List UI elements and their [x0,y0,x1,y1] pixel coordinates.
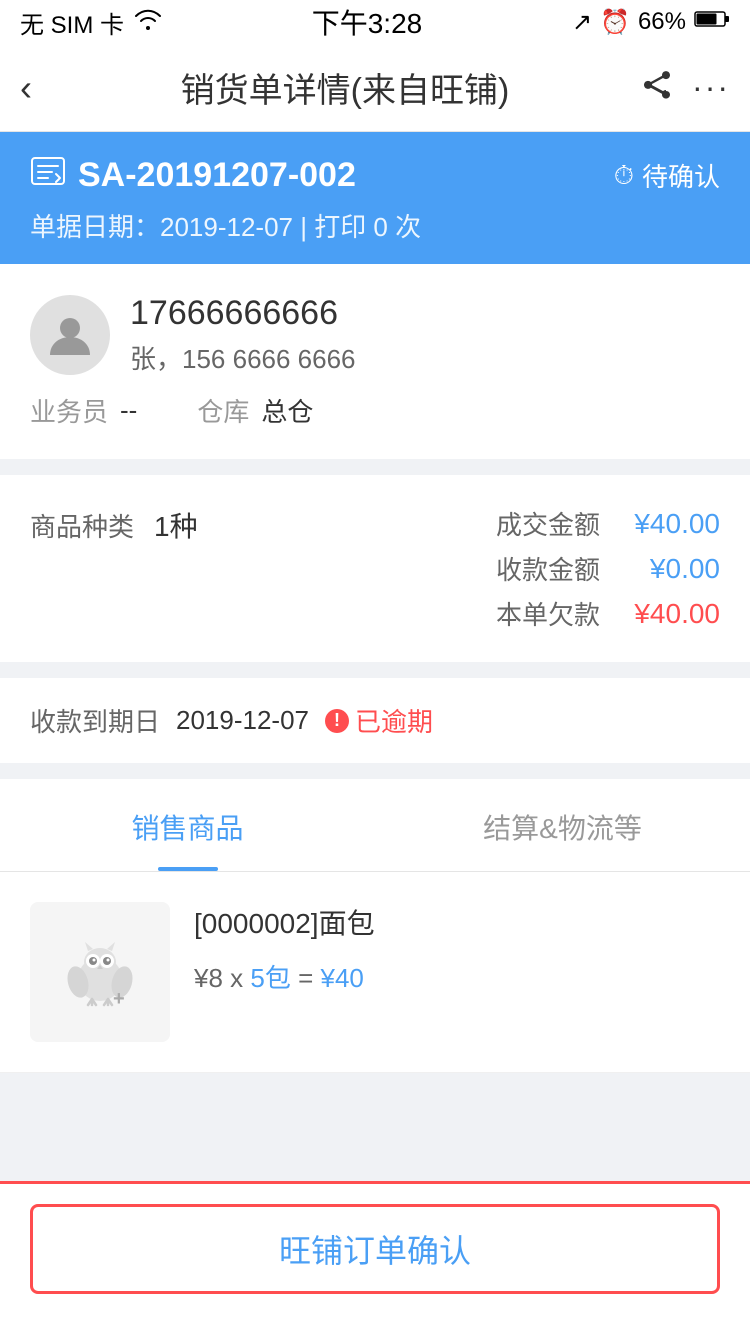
nav-actions: ··· [610,68,730,107]
product-thumbnail: + [30,902,170,1042]
status-time: 下午3:28 [312,2,423,42]
carrier-text: 无 SIM 卡 [20,5,124,40]
product-price: ¥8 x 5包 = ¥40 [194,958,720,995]
overdue-text: 已逾期 [355,702,433,739]
page-title: 销货单详情(来自旺铺) [80,63,610,112]
battery-icon [694,8,730,36]
back-button[interactable]: ‹ [20,67,80,109]
status-right: ↗ ⏰ 66% [572,8,730,37]
svg-text:+: + [113,988,125,1007]
tabs-section: 销售商品 结算&物流等 [0,779,750,1073]
due-date-section: 收款到期日 2019-12-07 ! 已逾期 [0,678,750,763]
summary-section: 商品种类 1种 成交金额 ¥40.00 收款金额 ¥0.00 本单欠款 ¥40.… [0,475,750,662]
received-amount-row: 收款金额 ¥0.00 [496,550,720,587]
order-date: 单据日期：2019-12-07 | 打印 0 次 [30,207,720,244]
status-left: 无 SIM 卡 [20,5,162,40]
amounts: 成交金额 ¥40.00 收款金额 ¥0.00 本单欠款 ¥40.00 [496,505,720,632]
wifi-icon [134,8,162,37]
customer-avatar [30,295,110,375]
clock-icon: ⏱ [614,160,634,192]
order-id-icon [30,156,66,195]
tab-products[interactable]: 销售商品 [0,779,375,871]
customer-phone: 17666666666 [130,294,356,333]
more-icon[interactable]: ··· [692,69,730,106]
product-details: [0000002]面包 ¥8 x 5包 = ¥40 [194,902,720,1042]
status-bar: 无 SIM 卡 下午3:28 ↗ ⏰ 66% [0,0,750,44]
bottom-bar: 旺铺订单确认 [0,1181,750,1334]
owed-amount-row: 本单欠款 ¥40.00 [496,595,720,632]
share-icon[interactable] [640,68,672,107]
order-id: SA-20191207-002 [30,156,356,195]
confirm-order-button[interactable]: 旺铺订单确认 [30,1204,720,1294]
battery-text: 66% [638,8,686,36]
salesperson-info: 业务员 -- [30,392,137,429]
tab-settlement[interactable]: 结算&物流等 [375,779,750,871]
alarm-icon: ⏰ [600,8,630,37]
product-list: + [0000002]面包 ¥8 x 5包 = ¥40 [0,872,750,1073]
overdue-badge: ! 已逾期 [325,702,433,739]
warehouse-info: 仓库 总仓 [197,392,313,429]
customer-name: 张，156 6666 6666 [130,339,356,376]
tabs-row: 销售商品 结算&物流等 [0,779,750,872]
product-types: 商品种类 1种 [30,505,496,545]
deal-amount-row: 成交金额 ¥40.00 [496,505,720,542]
order-status: ⏱ 待确认 [614,157,720,194]
order-header: SA-20191207-002 ⏱ 待确认 单据日期：2019-12-07 | … [0,132,750,264]
navigation-bar: ‹ 销货单详情(来自旺铺) ··· [0,44,750,132]
location-icon: ↗ [572,8,592,37]
product-name: [0000002]面包 [194,902,720,942]
product-item: + [0000002]面包 ¥8 x 5包 = ¥40 [0,872,750,1073]
customer-section: 17666666666 张，156 6666 6666 业务员 -- 仓库 总仓 [0,264,750,459]
overdue-icon: ! [325,709,349,733]
